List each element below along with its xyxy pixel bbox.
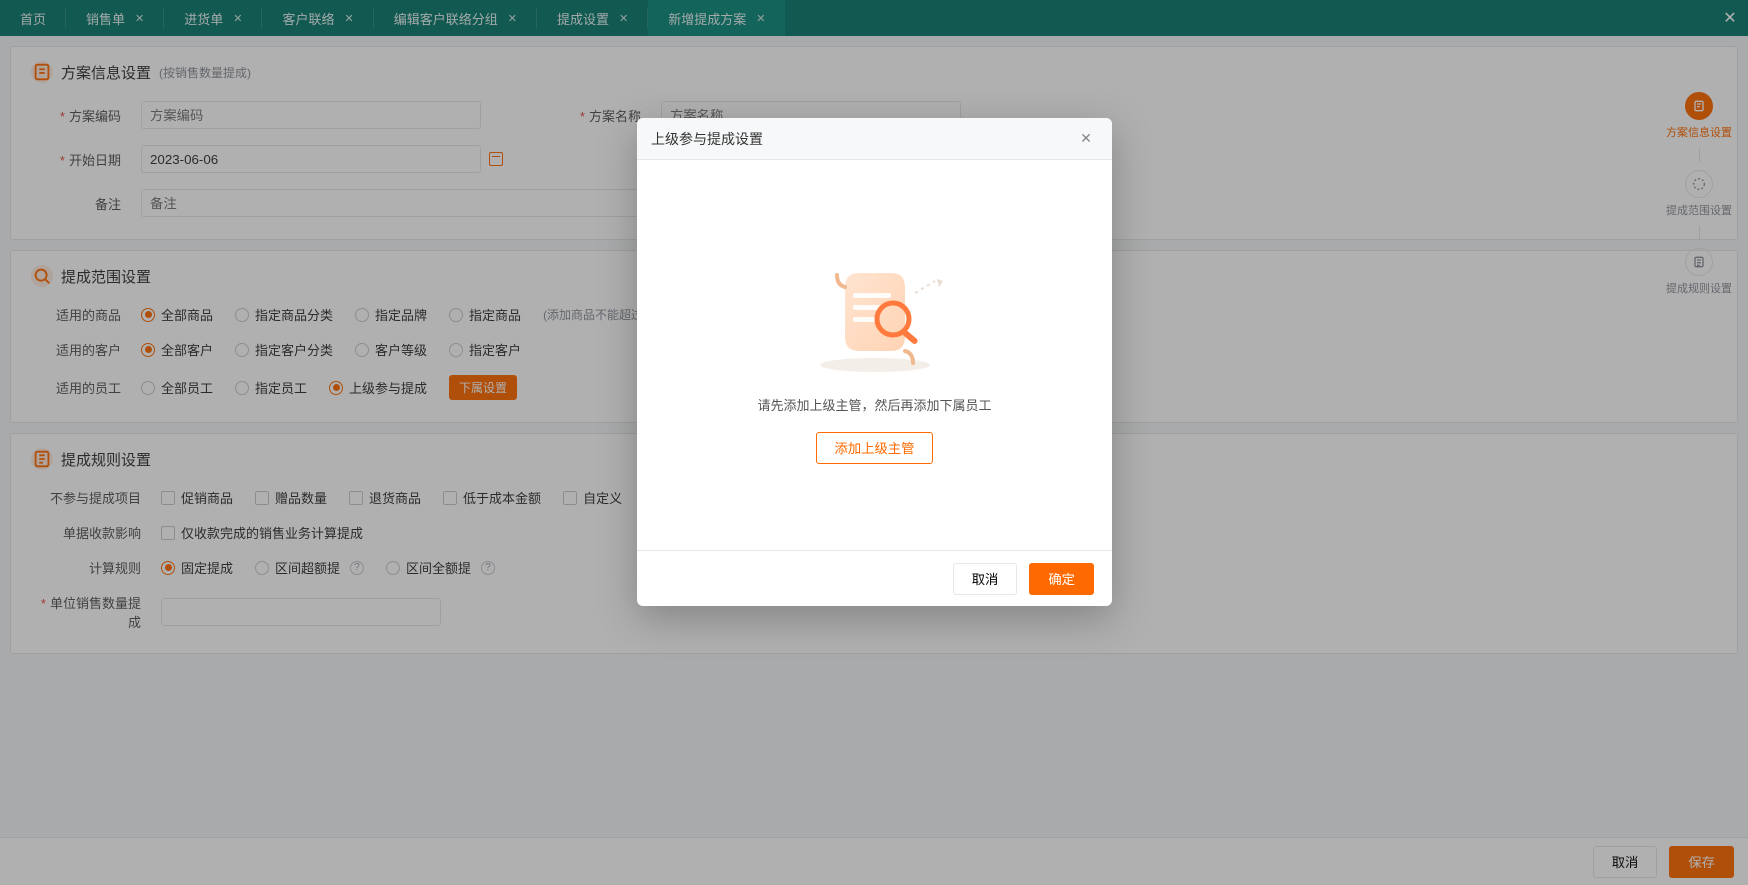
modal-ok-button[interactable]: 确定 [1029, 563, 1094, 595]
modal-close-button[interactable]: ✕ [1074, 127, 1098, 151]
empty-illustration [795, 257, 955, 377]
modal-header: 上级参与提成设置 ✕ [637, 118, 1112, 160]
add-supervisor-button[interactable]: 添加上级主管 [816, 432, 934, 464]
modal-title: 上级参与提成设置 [651, 129, 763, 149]
modal-body: 请先添加上级主管，然后再添加下属员工 添加上级主管 [637, 160, 1112, 550]
modal-footer: 取消 确定 [637, 550, 1112, 606]
modal-cancel-button[interactable]: 取消 [953, 563, 1018, 595]
modal-message: 请先添加上级主管，然后再添加下属员工 [757, 395, 991, 414]
supervisor-modal: 上级参与提成设置 ✕ [637, 118, 1112, 606]
